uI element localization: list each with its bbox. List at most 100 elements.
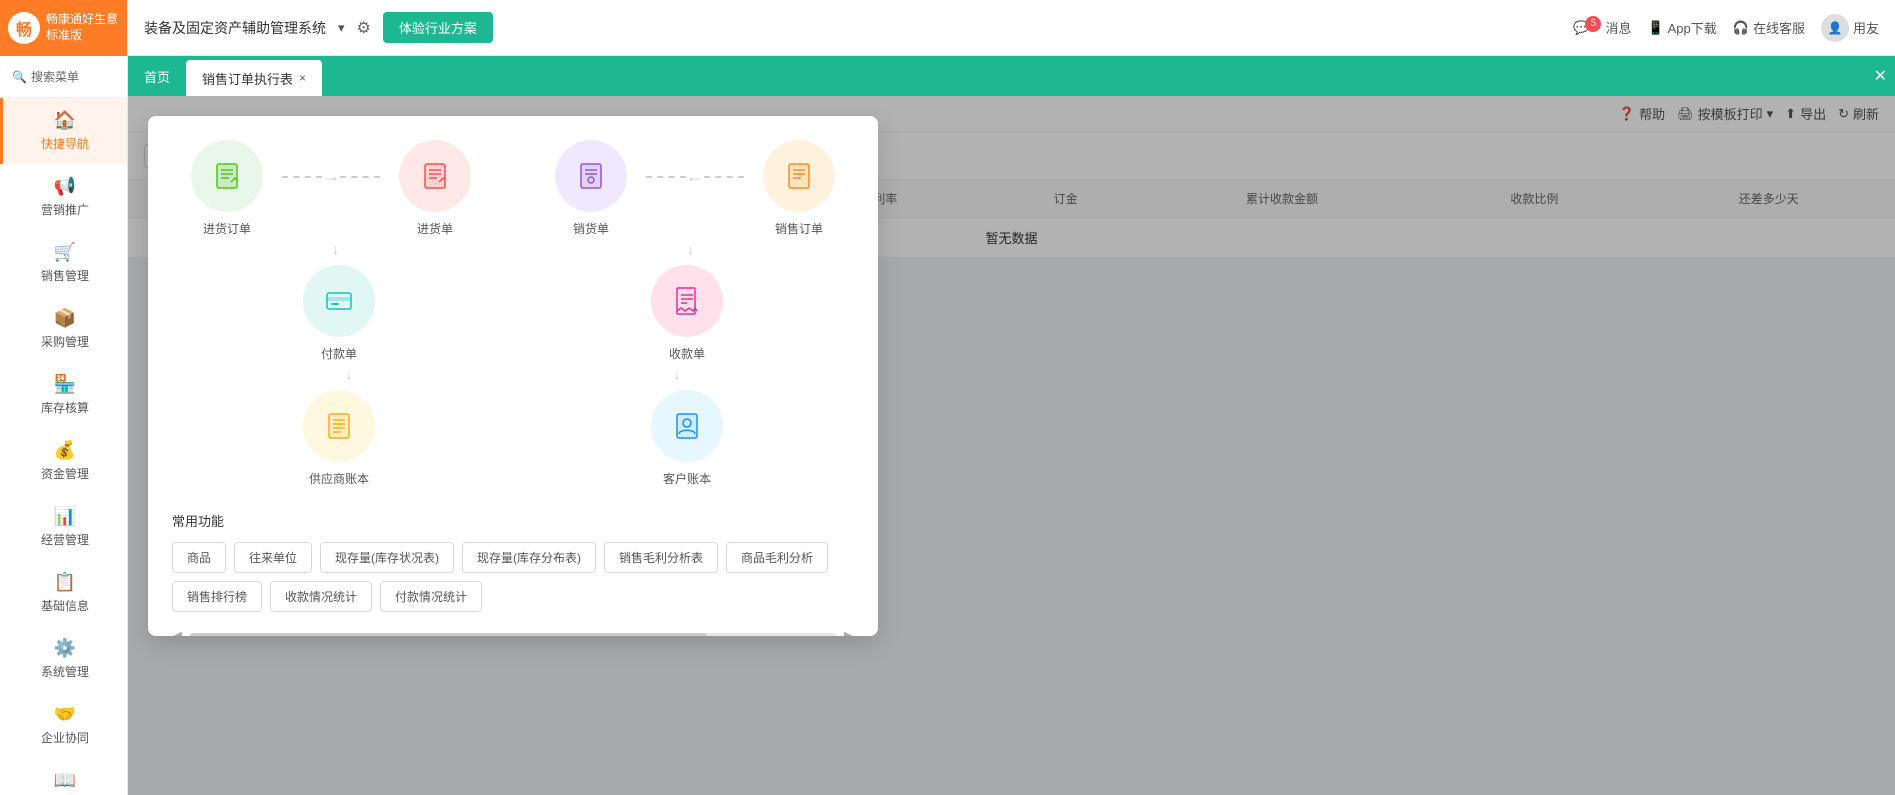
tab-sales-order[interactable]: 销售订单执行表 × [186,60,322,96]
inventory-icon: 🏪 [54,374,76,395]
search-icon: 🔍 [12,70,27,84]
purchase-bill-label: 进货单 [417,220,453,237]
home-icon: 🏠 [54,110,76,131]
system-title: 装备及固定资产辅助管理系统 [144,18,326,38]
btn-sales-ranking[interactable]: 销售排行榜 [172,581,262,612]
sidebar-search-area: 🔍 搜索菜单 [0,56,127,98]
flow-dashed-2 [340,176,380,178]
sidebar-item-guide[interactable]: 📖 新手引导 [0,758,127,795]
sales-bill-icon [555,140,627,212]
sidebar-item-operation[interactable]: 📊 经营管理 [0,494,127,560]
receipt-label: 收款单 [669,345,705,362]
btn-product[interactable]: 商品 [172,542,226,573]
scroll-thumb[interactable] [190,633,707,636]
btn-receipt-stats[interactable]: 收款情况统计 [270,581,372,612]
sidebar-item-sales[interactable]: 🛒 销售管理 [0,230,127,296]
sidebar-item-purchase[interactable]: 📦 采购管理 [0,296,127,362]
down-arrow-3: ↓ [304,366,394,382]
supplier-ledger-label: 供应商账本 [309,470,369,487]
btn-inventory-dist[interactable]: 现存量(库存分布表) [462,542,596,573]
sidebar-item-marketing[interactable]: 📢 营销推广 [0,164,127,230]
guide-icon: 📖 [54,770,76,791]
purchase-order-label: 进货订单 [203,220,251,237]
receipt-icon [651,265,723,337]
avatar: 👤 [1821,14,1849,42]
modal-overlay: 进货订单 → [128,96,1895,795]
common-functions-title: 常用功能 [172,511,854,530]
scroll-left-icon[interactable]: ◀ [172,628,182,636]
common-functions-section: 常用功能 商品 往来单位 现存量(库存状况表) 现存量(库存分布表) 销售毛利分… [172,511,854,612]
experience-button[interactable]: 体验行业方案 [383,12,493,43]
flow-node-sales-bill[interactable]: 销货单 [536,140,646,237]
search-menu-button[interactable]: 🔍 搜索菜单 [8,64,119,89]
online-service-action[interactable]: 🎧 在线客服 [1733,18,1805,37]
flow-node-receipt[interactable]: 收款单 [632,265,742,362]
customer-ledger-label: 客户账本 [663,470,711,487]
sidebar-item-system[interactable]: ⚙️ 系统管理 [0,626,127,692]
sidebar-nav: 🏠 快捷导航 📢 营销推广 🛒 销售管理 📦 采购管理 🏪 库存核算 💰 [0,98,127,795]
sidebar-item-basic-info[interactable]: 📋 基础信息 [0,560,127,626]
basic-info-icon: 📋 [54,572,76,593]
header-actions: 💬 5 消息 📱 App下载 🎧 在线客服 👤 用友 [1573,14,1879,42]
enterprise-icon: 🤝 [54,704,76,725]
flow-node-purchase-order[interactable]: 进货订单 [172,140,282,237]
page-content: ❓ 帮助 🖨 按模板打印 ▾ ⬆ 导出 ↻ 刷新 [128,96,1895,795]
purchase-icon: 📦 [54,308,76,329]
supplier-ledger-icon [303,390,375,462]
down-arrow-1: ↓ [332,241,339,257]
customer-ledger-icon [651,390,723,462]
gear-button[interactable]: ⚙ [357,18,371,38]
sidebar: 畅 畅康通好生意 标准版 🔍 搜索菜单 🏠 快捷导航 📢 营销推广 🛒 [0,0,128,795]
quick-nav-modal: 进货订单 → [148,116,878,636]
message-action[interactable]: 💬 5 消息 [1573,18,1631,37]
tab-home[interactable]: 首页 [128,56,186,96]
header: 装备及固定资产辅助管理系统 ▾ ⚙ 体验行业方案 💬 5 消息 📱 App下载 … [128,0,1895,56]
btn-sales-gross[interactable]: 销售毛利分析表 [604,542,718,573]
flow-dashed-arrow-1 [282,176,322,178]
btn-payment-stats[interactable]: 付款情况统计 [380,581,482,612]
sales-order-label: 销售订单 [775,220,823,237]
btn-inventory-status[interactable]: 现存量(库存状况表) [320,542,454,573]
sidebar-item-inventory[interactable]: 🏪 库存核算 [0,362,127,428]
flow-node-sales-order[interactable]: 销售订单 [744,140,854,237]
down-arrow-2: ↓ [687,241,694,257]
system-dropdown[interactable]: ▾ [338,20,345,36]
scroll-track[interactable] [190,633,836,636]
window-close-icon[interactable]: ✕ [1874,66,1887,86]
payment-label: 付款单 [321,345,357,362]
sidebar-item-quick-nav[interactable]: 🏠 快捷导航 [0,98,127,164]
app-download-action[interactable]: 📱 App下载 [1647,18,1716,37]
tab-close-icon[interactable]: × [299,71,306,85]
common-buttons-row-2: 销售排行榜 收款情况统计 付款情况统计 [172,581,854,612]
purchase-bill-icon [399,140,471,212]
sidebar-logo: 畅 畅康通好生意 标准版 [0,0,127,56]
payment-icon [303,265,375,337]
sales-order-icon [763,140,835,212]
operation-icon: 📊 [54,506,76,527]
system-icon: ⚙️ [54,638,76,659]
scroll-right-icon[interactable]: ▶ [844,628,854,636]
user-action[interactable]: 👤 用友 [1821,14,1879,42]
sales-icon: 🛒 [54,242,76,263]
dropdown-arrow-icon: ▾ [338,20,345,36]
marketing-icon: 📢 [54,176,76,197]
flow-node-customer-ledger[interactable]: 客户账本 [632,390,742,487]
purchase-order-icon [191,140,263,212]
flow-node-purchase-bill[interactable]: 进货单 [380,140,490,237]
sidebar-item-finance[interactable]: 💰 资金管理 [0,428,127,494]
sidebar-item-enterprise[interactable]: 🤝 企业协同 [0,692,127,758]
flow-node-payment[interactable]: 付款单 [284,265,394,362]
flow-dashed-3 [646,176,686,178]
headset-icon: 🎧 [1733,20,1749,36]
finance-icon: 💰 [54,440,76,461]
download-icon: 📱 [1647,20,1663,36]
logo-text: 畅康通好生意 标准版 [46,12,118,43]
btn-partners[interactable]: 往来单位 [234,542,312,573]
tabs-bar: 首页 销售订单执行表 × ✕ [128,56,1895,96]
flow-diagram-section: 进货订单 → [172,140,854,487]
down-arrow-4: ↓ [632,366,722,382]
btn-product-gross[interactable]: 商品毛利分析 [726,542,828,573]
main-content: 装备及固定资产辅助管理系统 ▾ ⚙ 体验行业方案 💬 5 消息 📱 App下载 … [128,0,1895,795]
logo-icon: 畅 [8,12,40,44]
flow-node-supplier-ledger[interactable]: 供应商账本 [284,390,394,487]
